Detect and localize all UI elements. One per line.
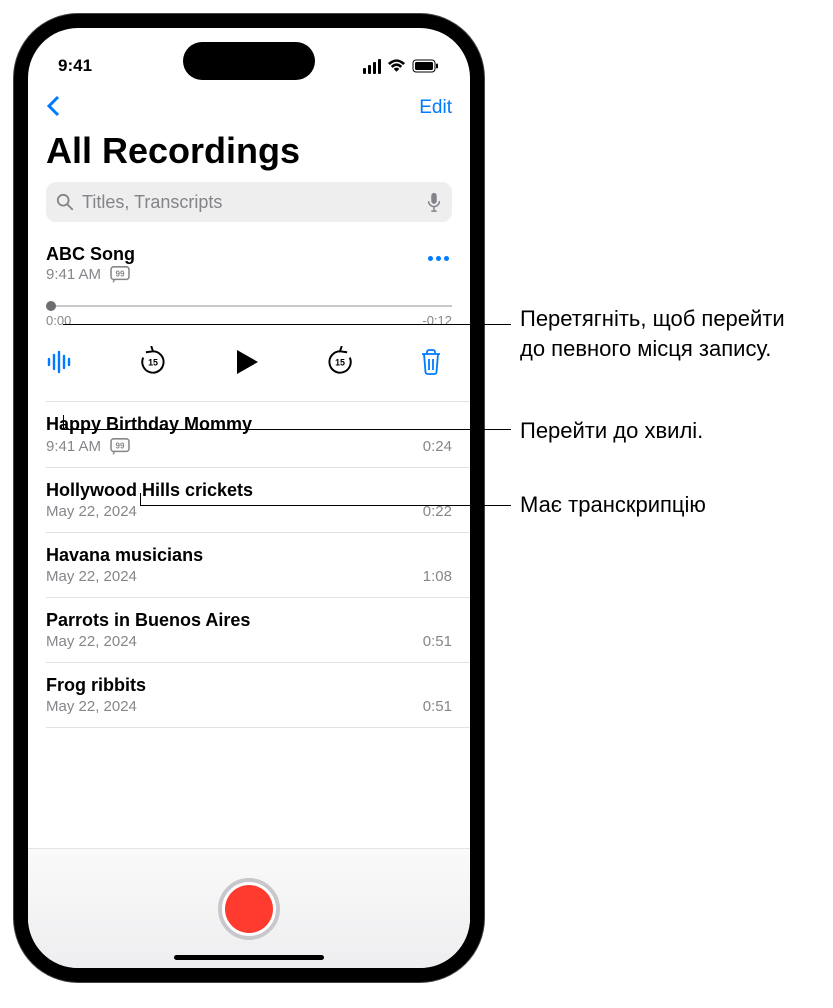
skip-forward-icon: 15 [324,346,356,378]
list-item[interactable]: Hollywood Hills crickets May 22, 2024 0:… [46,468,470,533]
skip-back-icon: 15 [137,346,169,378]
recording-title: Parrots in Buenos Aires [46,610,452,631]
callout-line [140,505,511,506]
callout-line [140,493,141,505]
play-button[interactable] [231,347,261,382]
skip-back-button[interactable]: 15 [137,346,169,383]
recording-title-partial [46,740,452,750]
playback-scrubber[interactable] [46,303,452,309]
scrubber-track [46,305,452,307]
list-item[interactable]: Havana musicians May 22, 2024 1:08 [46,533,470,598]
svg-text:99: 99 [116,441,125,450]
scrubber-thumb[interactable] [46,301,56,311]
more-button[interactable] [424,244,452,272]
phone-frame: 9:41 Edit All Recordings Titles, Transcr… [14,14,484,982]
list-item-partial[interactable] [46,728,470,750]
recording-time: 9:41 AM [46,266,101,283]
search-icon [56,193,74,211]
recording-duration: 1:08 [423,568,452,585]
callout-line [63,324,511,325]
list-item[interactable]: Happy Birthday Mommy 9:41 AM 99 0:24 [46,402,470,468]
list-item[interactable]: Parrots in Buenos Aires May 22, 2024 0:5… [46,598,470,663]
recording-title: Hollywood Hills crickets [46,480,452,501]
callout-text: Має транскрипцію [520,490,810,520]
svg-text:99: 99 [116,269,125,278]
status-time: 9:41 [58,56,92,76]
recording-title: Happy Birthday Mommy [46,414,452,435]
edit-button[interactable]: Edit [419,97,452,119]
remaining-time: -0:12 [422,313,452,328]
list-item[interactable]: Frog ribbits May 22, 2024 0:51 [46,663,470,728]
search-input[interactable]: Titles, Transcripts [46,182,452,222]
waveform-button[interactable] [46,350,74,379]
recording-duration: 0:24 [423,438,452,455]
recording-sub: May 22, 2024 [46,503,137,520]
recording-duration: 0:51 [423,698,452,715]
callout-line [63,429,511,430]
waveform-icon [46,350,74,374]
status-indicators [363,59,440,74]
recording-sub: 9:41 AM [46,438,101,455]
recording-duration: 0:51 [423,633,452,650]
nav-bar: Edit [28,88,470,128]
recording-sub: May 22, 2024 [46,568,137,585]
svg-text:15: 15 [148,358,158,368]
skip-forward-button[interactable]: 15 [324,346,356,383]
record-icon [225,885,273,933]
record-button[interactable] [218,878,280,940]
svg-text:15: 15 [335,358,345,368]
play-icon [231,347,261,377]
transcript-icon: 99 [109,265,131,283]
callout-text: Перетягніть, щоб перейти до певного місц… [520,304,810,363]
recording-title: Frog ribbits [46,675,452,696]
back-button[interactable] [46,95,60,122]
ellipsis-icon [428,256,449,261]
chevron-left-icon [46,95,60,117]
home-indicator[interactable] [174,955,324,960]
page-title: All Recordings [28,128,470,182]
recording-sub: May 22, 2024 [46,633,137,650]
record-bar [28,848,470,968]
recording-title: Havana musicians [46,545,452,566]
wifi-icon [387,59,406,73]
recording-expanded[interactable]: ABC Song 9:41 AM 99 0:00 [46,232,470,402]
screen: 9:41 Edit All Recordings Titles, Transcr… [28,28,470,968]
elapsed-time: 0:00 [46,313,71,328]
transcript-icon: 99 [109,437,131,455]
trash-icon [418,348,444,376]
callout-text: Перейти до хвилі. [520,416,810,446]
recording-sub: May 22, 2024 [46,698,137,715]
dynamic-island [183,42,315,80]
search-placeholder: Titles, Transcripts [82,192,418,213]
dictate-icon[interactable] [426,192,442,212]
cellular-icon [363,59,381,74]
recording-title: ABC Song [46,244,135,265]
delete-button[interactable] [418,348,444,381]
callout-line [63,415,64,429]
time-labels: 0:00 -0:12 [46,313,452,328]
playback-controls: 15 15 [46,346,452,389]
battery-icon [412,59,440,73]
